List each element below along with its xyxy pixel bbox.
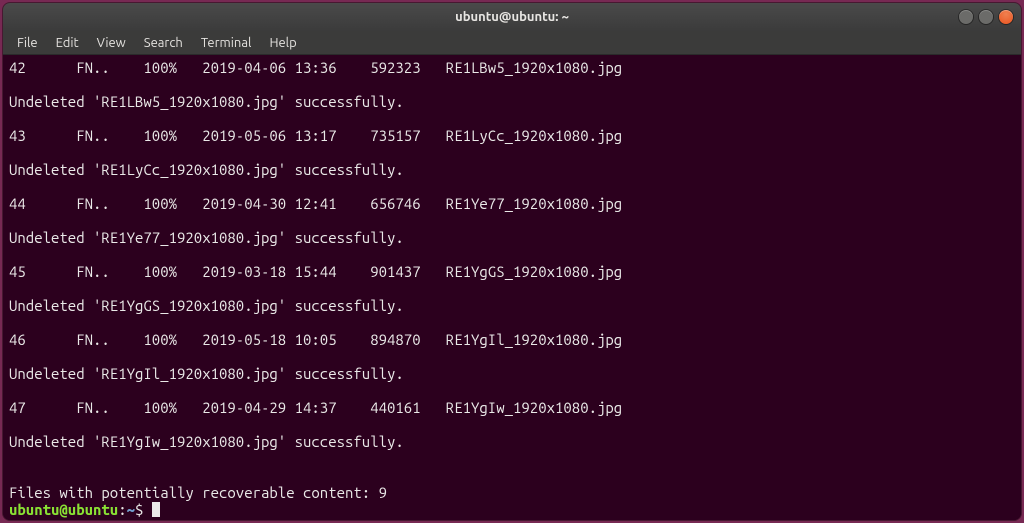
prompt-user: ubuntu@ubuntu	[9, 501, 118, 518]
terminal-window: ubuntu@ubuntu: ~ File Edit View Search T…	[3, 3, 1021, 520]
minimize-icon[interactable]	[959, 10, 973, 24]
menubar: File Edit View Search Terminal Help	[3, 31, 1021, 55]
prompt-sigil: $	[135, 501, 143, 518]
menu-help[interactable]: Help	[261, 34, 304, 52]
menu-file[interactable]: File	[9, 34, 46, 52]
prompt-colon: :	[118, 501, 126, 518]
titlebar[interactable]: ubuntu@ubuntu: ~	[3, 3, 1021, 31]
prompt-line[interactable]: ubuntu@ubuntu:~$	[9, 501, 160, 518]
window-controls	[959, 10, 1013, 24]
menu-view[interactable]: View	[89, 34, 134, 52]
cursor-icon	[152, 502, 160, 517]
prompt-path: ~	[127, 501, 135, 518]
menu-terminal[interactable]: Terminal	[193, 34, 260, 52]
menu-edit[interactable]: Edit	[48, 34, 87, 52]
menu-search[interactable]: Search	[136, 34, 191, 52]
close-icon[interactable]	[999, 10, 1013, 24]
window-title: ubuntu@ubuntu: ~	[455, 10, 569, 24]
terminal-output[interactable]: 42 FN.. 100% 2019-04-06 13:36 592323 RE1…	[3, 55, 1021, 520]
maximize-icon[interactable]	[979, 10, 993, 24]
